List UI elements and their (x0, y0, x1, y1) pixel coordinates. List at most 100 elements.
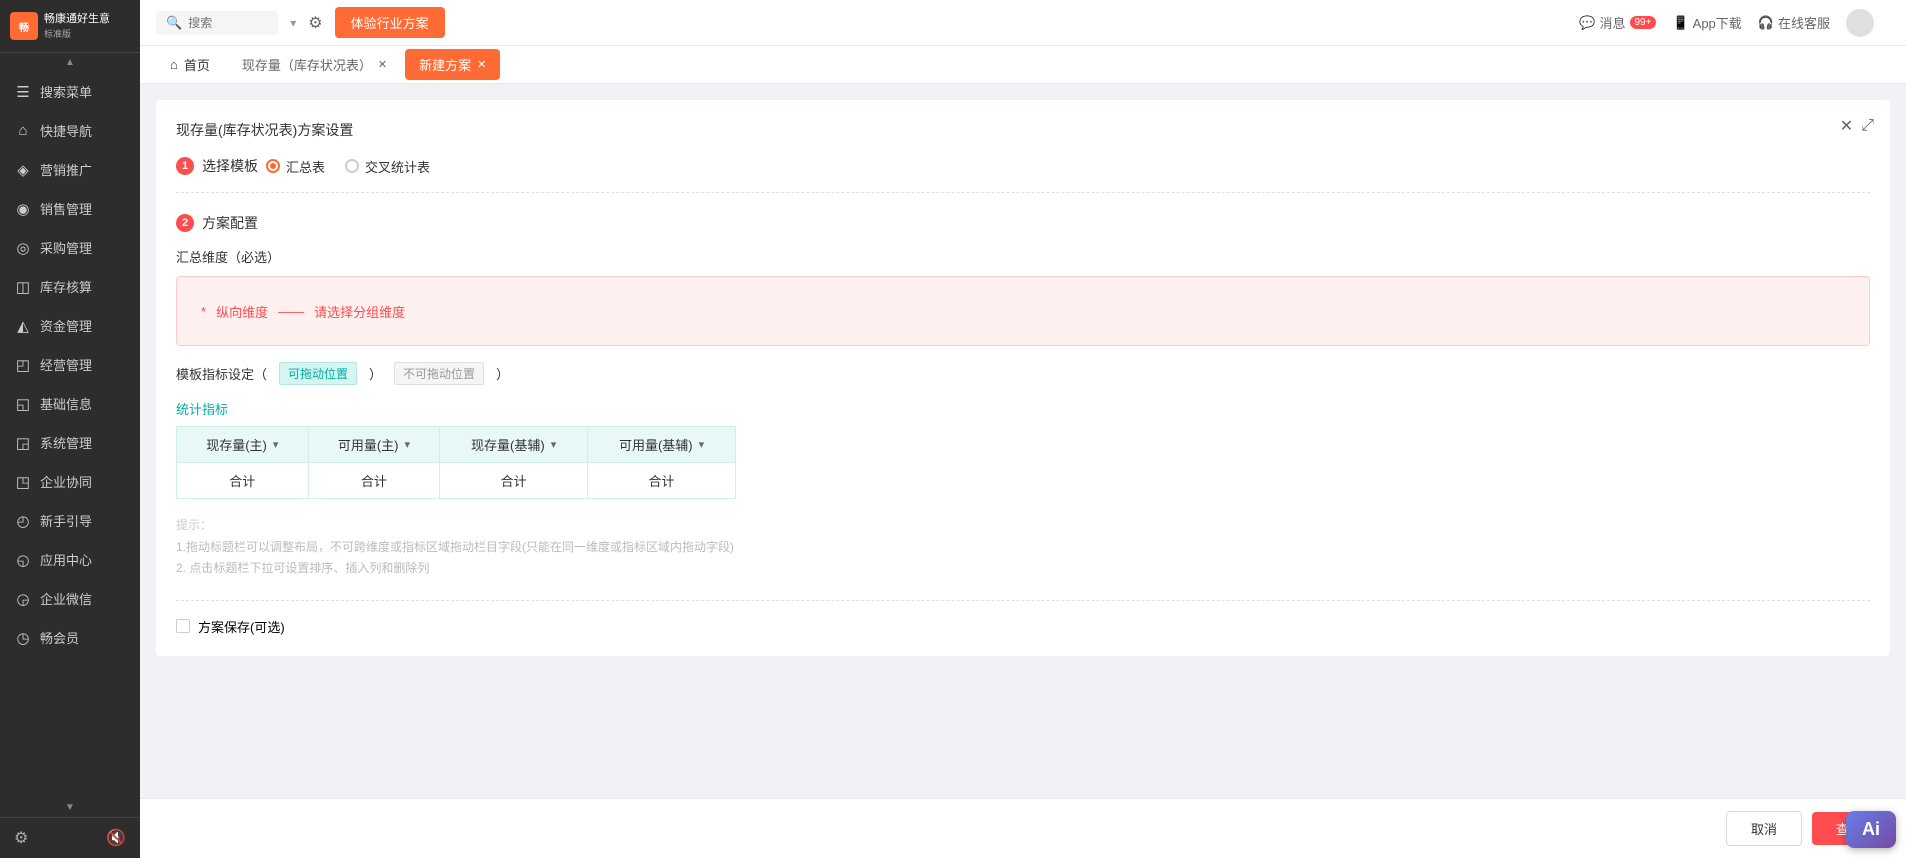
draggable-tag: 可拖动位置 (279, 362, 357, 385)
online-service-button[interactable]: 🎧 在线客服 (1758, 13, 1830, 32)
section-config: 2 方案配置 汇总维度（必选） * 纵向维度 —— 请选择分组维度 模板指标设定… (176, 213, 1870, 580)
sidebar-item-wechat[interactable]: ◶ 企业微信 (0, 579, 140, 618)
search-icon: 🔍 (166, 15, 182, 31)
home-icon: ⌂ (170, 57, 178, 72)
required-star: * (201, 304, 206, 319)
system-icon: ◲ (14, 434, 32, 452)
app-download-button[interactable]: 📱 App下载 (1672, 13, 1741, 32)
col-header-0[interactable]: 现存量(主) ▾ (177, 427, 309, 463)
trial-industry-button[interactable]: 体验行业方案 (335, 7, 445, 38)
sidebar-item-contract[interactable]: ◳ 企业协同 (0, 462, 140, 501)
tab-inventory-close[interactable]: ✕ (378, 58, 387, 71)
sidebar-item-finance[interactable]: ◭ 资金管理 (0, 306, 140, 345)
sidebar-item-label: 基础信息 (40, 394, 92, 413)
ops-icon: ◰ (14, 356, 32, 374)
col-1-chevron[interactable]: ▾ (404, 438, 410, 451)
finance-icon: ◭ (14, 317, 32, 335)
dim-placeholder[interactable]: 请选择分组维度 (314, 302, 405, 321)
tab-new-plan-close[interactable]: ✕ (477, 58, 486, 71)
message-label: 消息 (1599, 13, 1625, 32)
col-1-label: 可用量(主) (338, 435, 399, 454)
panel-top-icons: ✕ ⤢ (1840, 116, 1874, 136)
col-2-chevron[interactable]: ▾ (551, 438, 557, 451)
radio-cross[interactable]: 交叉统计表 (345, 157, 430, 176)
tip1: 1.拖动标题栏可以调整布局，不可跨维度或指标区域拖动栏目字段(只能在同一维度或指… (176, 537, 1870, 559)
sidebar-item-label: 搜索菜单 (40, 82, 92, 101)
sidebar-item-basic[interactable]: ◱ 基础信息 (0, 384, 140, 423)
radio-summary[interactable]: 汇总表 (266, 157, 325, 176)
sidebar-item-search-menu[interactable]: ☰ 搜索菜单 (0, 72, 140, 111)
service-icon: 🎧 (1758, 15, 1774, 31)
sidebar-item-marketing[interactable]: ◈ 营销推广 (0, 150, 140, 189)
quick-nav-icon: ⌂ (14, 122, 32, 139)
sales-icon: ◉ (14, 200, 32, 218)
logo-sub: 标准版 (44, 27, 110, 40)
col-3-chevron[interactable]: ▾ (699, 438, 705, 451)
tab-home[interactable]: ⌂ 首页 (156, 49, 224, 80)
sidebar-item-label: 新手引导 (40, 511, 92, 530)
radio-cross-circle (345, 159, 359, 173)
topbar-search[interactable]: 🔍 (156, 11, 278, 35)
cancel-button[interactable]: 取消 (1726, 811, 1802, 846)
col-header-2[interactable]: 现存量(基辅) ▾ (440, 427, 588, 463)
contract-icon: ◳ (14, 473, 32, 491)
wechat-icon: ◶ (14, 590, 32, 608)
sidebar-item-ops[interactable]: ◰ 经营管理 (0, 345, 140, 384)
sidebar-item-quick-nav[interactable]: ⌂ 快捷导航 (0, 111, 140, 150)
sidebar-item-sales[interactable]: ◉ 销售管理 (0, 189, 140, 228)
sidebar-scroll-up[interactable]: ▲ (0, 53, 140, 72)
tips-area: 提示： 1.拖动标题栏可以调整布局，不可跨维度或指标区域拖动栏目字段(只能在同一… (176, 515, 1870, 580)
search-menu-icon: ☰ (14, 83, 32, 101)
sidebar-item-inventory[interactable]: ◫ 库存核算 (0, 267, 140, 306)
close-icon[interactable]: ✕ (1840, 116, 1853, 136)
sidebar-item-label: 系统管理 (40, 433, 92, 452)
sidebar-item-system[interactable]: ◲ 系统管理 (0, 423, 140, 462)
sidebar: 畅 畅康通好生意 标准版 ▲ ☰ 搜索菜单 ⌂ 快捷导航 ◈ 营销推广 ◉ 销售… (0, 0, 140, 858)
col-header-1[interactable]: 可用量(主) ▾ (308, 427, 440, 463)
sidebar-item-label: 畅会员 (40, 628, 79, 647)
bottom-bar: 取消 查询 (140, 798, 1906, 858)
app-icon: 📱 (1672, 15, 1688, 31)
col-header-3[interactable]: 可用量(基辅) ▾ (588, 427, 736, 463)
sidebar-item-appstore[interactable]: ◵ 应用中心 (0, 540, 140, 579)
topbar: 🔍 ▾ ⚙ 体验行业方案 💬 消息 99+ 📱 App下载 🎧 在线客服 (140, 0, 1906, 46)
sidebar-item-member[interactable]: ◷ 畅会员 (0, 618, 140, 657)
tab-inventory-status[interactable]: 现存量（库存状况表） ✕ (228, 49, 401, 80)
sidebar-item-label: 企业协同 (40, 472, 92, 491)
expand-icon[interactable]: ⤢ (1861, 117, 1874, 135)
audio-icon[interactable]: 🔇 (106, 828, 126, 848)
search-input[interactable] (188, 16, 268, 30)
save-checkbox[interactable] (176, 619, 190, 633)
tab-home-label: 首页 (184, 55, 210, 74)
dimension-label: 汇总维度（必选） (176, 247, 1870, 266)
settings-icon[interactable]: ⚙ (14, 828, 28, 848)
indicator-setting-suffix: ） (369, 364, 382, 383)
sidebar-item-purchase[interactable]: ◎ 采购管理 (0, 228, 140, 267)
dimension-pink-box: * 纵向维度 —— 请选择分组维度 (176, 276, 1870, 346)
sidebar-item-label: 营销推广 (40, 160, 92, 179)
tip2: 2. 点击标题栏下拉可设置排序、插入列和删除列 (176, 558, 1870, 580)
template-radio-group: 汇总表 交叉统计表 (266, 157, 430, 176)
sidebar-scroll-down[interactable]: ▼ (0, 798, 140, 817)
indicator-setting-label: 模板指标设定（ (176, 364, 267, 383)
message-icon: 💬 (1579, 15, 1595, 31)
radio-summary-label: 汇总表 (286, 157, 325, 176)
sidebar-item-label: 快捷导航 (40, 121, 92, 140)
sidebar-item-label: 采购管理 (40, 238, 92, 257)
col-3-label: 可用量(基辅) (619, 435, 693, 454)
ai-fab-button[interactable]: Ai (1846, 811, 1896, 848)
cell-agg-1: 合计 (308, 463, 440, 499)
indicator-setting-suffix2: ） (496, 364, 509, 383)
section-template: 1 选择模板 汇总表 交叉统计表 (176, 156, 1870, 193)
sidebar-item-label: 销售管理 (40, 199, 92, 218)
gear-icon[interactable]: ⚙ (308, 13, 322, 33)
tab-inventory-label: 现存量（库存状况表） (242, 55, 372, 74)
col-0-chevron[interactable]: ▾ (273, 438, 279, 451)
tab-new-plan[interactable]: 新建方案 ✕ (405, 49, 500, 80)
dim-dash: —— (278, 304, 304, 319)
vertical-dim-label: 纵向维度 (216, 302, 268, 321)
sidebar-item-guide[interactable]: ◴ 新手引导 (0, 501, 140, 540)
message-button[interactable]: 💬 消息 99+ (1579, 13, 1656, 32)
sidebar-logo: 畅 畅康通好生意 标准版 (0, 0, 140, 53)
chevron-down-icon[interactable]: ▾ (290, 16, 296, 30)
